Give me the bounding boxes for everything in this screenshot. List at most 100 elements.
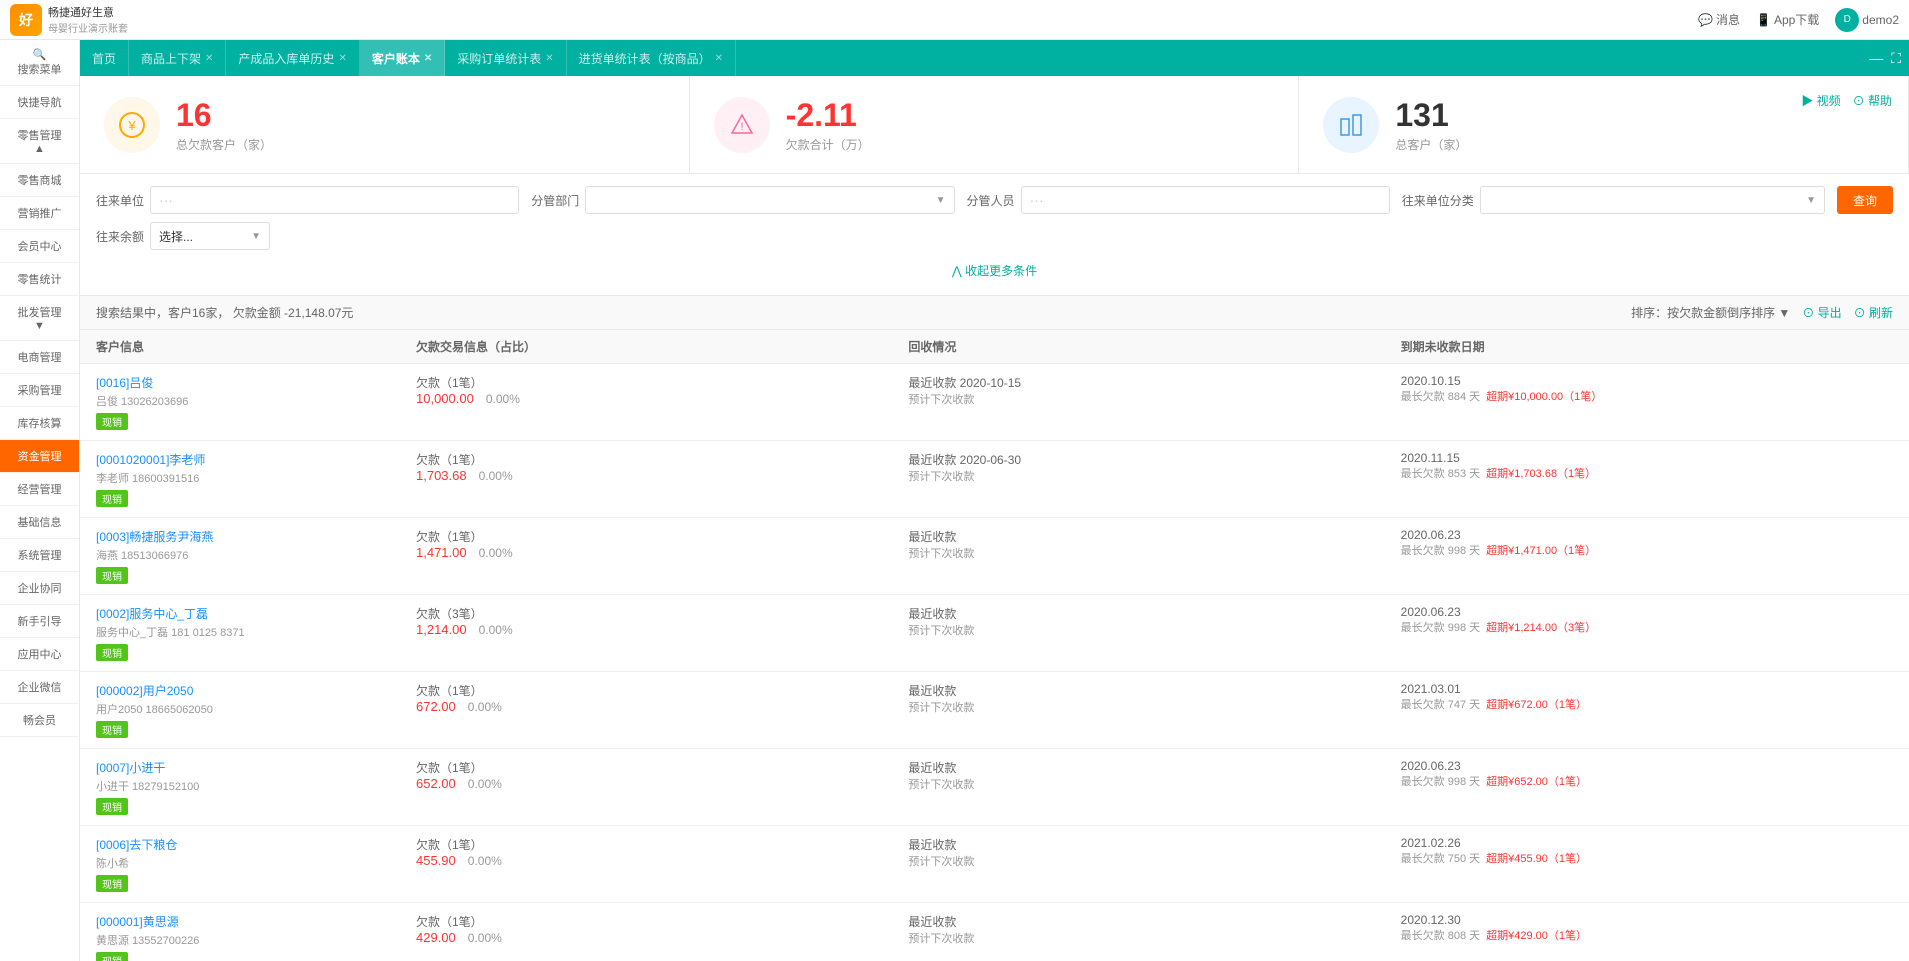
balance-select[interactable]: 选择... ▼ (150, 222, 270, 250)
user-btn[interactable]: D demo2 (1835, 8, 1899, 32)
sidebar-item-wholesale-mgmt[interactable]: 批发管理 ▼ (0, 296, 79, 341)
sidebar-item-purchase-mgmt[interactable]: 采购管理 (0, 374, 79, 407)
customer-name[interactable]: [0002]服务中心_丁磊 (96, 605, 416, 622)
sidebar-item-vip[interactable]: 畅会员 (0, 704, 79, 737)
next-collect-label: 预计下次收款 (908, 545, 1400, 561)
overdue-days: 最长欠款 884 天 (1401, 388, 1480, 404)
tab-expand-btn[interactable]: ⛶ (1891, 50, 1901, 67)
sort-label[interactable]: 排序：按欠款金额倒序排序 ▼ (1631, 304, 1790, 321)
debt-amount[interactable]: 1,471.00 (416, 545, 467, 560)
sidebar-quick-nav[interactable]: 快捷导航 (0, 86, 79, 119)
tab-purchase-stats[interactable]: 采购订单统计表 ✕ (445, 40, 566, 76)
customer-name[interactable]: [000001]黄思源 (96, 913, 416, 930)
message-btn[interactable]: 💬 消息 (1698, 11, 1740, 28)
tab-customer-ledger[interactable]: 客户账本 ✕ (360, 40, 445, 76)
last-collect-date: 最近收款 2020-10-15 (908, 374, 1400, 391)
next-collect-label: 预计下次收款 (908, 699, 1400, 715)
sidebar-item-basic-info[interactable]: 基础信息 (0, 506, 79, 539)
sidebar-item-retail-stats[interactable]: 零售统计 (0, 263, 79, 296)
search-btn[interactable]: 查询 (1837, 186, 1893, 214)
tab-close-inventory[interactable]: ✕ (338, 53, 346, 64)
tab-inbound-stats[interactable]: 进货单统计表（按商品） ✕ (567, 40, 736, 76)
store-label[interactable]: 母婴行业演示账套 (48, 20, 128, 35)
debt-percent: 0.00% (479, 546, 513, 560)
tab-close-goods[interactable]: ✕ (205, 53, 213, 64)
sidebar-item-app-center[interactable]: 应用中心 (0, 638, 79, 671)
overdue-amount[interactable]: 超期¥429.00（1笔） (1486, 927, 1587, 943)
status-badge: 现销 (96, 567, 128, 584)
debt-amount[interactable]: 429.00 (416, 930, 456, 945)
customer-name[interactable]: [0016]吕俊 (96, 374, 416, 391)
collection-cell: 最近收款 预计下次收款 (908, 682, 1400, 715)
customer-name[interactable]: [0001020001]李老师 (96, 451, 416, 468)
collapse-more-btn[interactable]: ⋀ 收起更多条件 (96, 258, 1893, 283)
customer-name[interactable]: [0006]去下粮仓 (96, 836, 416, 853)
view-btn[interactable]: ▶ 视频 (1801, 92, 1840, 109)
overdue-date: 2020.06.23 (1401, 759, 1893, 773)
sidebar-item-retail-mgmt[interactable]: 零售管理 ▲ (0, 119, 79, 164)
tab-minimize-btn[interactable]: — (1869, 50, 1883, 66)
sidebar-item-enterprise[interactable]: 企业协同 (0, 572, 79, 605)
debt-amount[interactable]: 1,703.68 (416, 468, 467, 483)
overdue-cell: 2020.06.23 最长欠款 998 天 超期¥652.00（1笔） (1401, 759, 1893, 789)
export-btn[interactable]: ⊙ 导出 (1802, 304, 1841, 321)
debt-amount[interactable]: 10,000.00 (416, 391, 474, 406)
sidebar-item-marketing[interactable]: 营销推广 (0, 197, 79, 230)
sidebar-item-finance[interactable]: 资金管理 (0, 440, 79, 473)
refresh-btn[interactable]: ⊙ 刷新 (1854, 304, 1893, 321)
filter-area: 往来单位 ··· 分管部门 ▼ 分管人员 (80, 174, 1909, 296)
sidebar-item-system-mgmt[interactable]: 系统管理 (0, 539, 79, 572)
table-header: 客户信息 欠款交易信息（占比） 回收情况 到期未收款日期 (80, 330, 1909, 364)
tab-goods-listing[interactable]: 商品上下架 ✕ (129, 40, 226, 76)
unit-category-select[interactable]: ▼ (1480, 186, 1825, 214)
debt-count: 欠款（1笔） (416, 528, 908, 545)
debt-cell: 欠款（3笔） 1,214.00 0.00% (416, 605, 908, 637)
sidebar-item-inventory[interactable]: 库存核算 (0, 407, 79, 440)
sidebar-item-ecommerce[interactable]: 电商管理 (0, 341, 79, 374)
manager-input[interactable]: ··· (1021, 186, 1390, 214)
overdue-amount[interactable]: 超期¥1,471.00（1笔） (1486, 542, 1596, 558)
sidebar-item-operations[interactable]: 经营管理 (0, 473, 79, 506)
overdue-amount[interactable]: 超期¥10,000.00（1笔） (1486, 388, 1602, 404)
tab-close-inbound[interactable]: ✕ (715, 53, 723, 64)
overdue-amount[interactable]: 超期¥652.00（1笔） (1486, 773, 1587, 789)
filter-row-2: 往来余额 选择... ▼ (96, 222, 1893, 250)
customer-name[interactable]: [000002]用户2050 (96, 682, 416, 699)
customer-name[interactable]: [0007]小进干 (96, 759, 416, 776)
department-select[interactable]: ▼ (585, 186, 954, 214)
source-unit-input[interactable]: ··· (150, 186, 519, 214)
help-btn[interactable]: ⊙ 帮助 (1853, 92, 1892, 109)
overdue-amount[interactable]: 超期¥455.90（1笔） (1486, 850, 1587, 866)
tab-close-ledger[interactable]: ✕ (424, 53, 432, 64)
table-row: [0016]吕俊 吕俊 13026203696 现销 欠款（1笔） 10,000… (80, 364, 1909, 441)
sidebar-search-btn[interactable]: 🔍 搜索菜单 (0, 40, 79, 86)
debt-amount[interactable]: 672.00 (416, 699, 456, 714)
debt-amount[interactable]: 455.90 (416, 853, 456, 868)
sidebar-item-member[interactable]: 会员中心 (0, 230, 79, 263)
customer-name[interactable]: [0003]畅捷服务尹海燕 (96, 528, 416, 545)
customer-cell: [000002]用户2050 用户2050 18665062050 现销 (96, 682, 416, 738)
overdue-amount[interactable]: 超期¥672.00（1笔） (1486, 696, 1587, 712)
debt-count: 欠款（3笔） (416, 605, 908, 622)
tab-close-purchase[interactable]: ✕ (545, 53, 553, 64)
sidebar-item-retail-mall[interactable]: 零售商城 (0, 164, 79, 197)
debt-amount[interactable]: 1,214.00 (416, 622, 467, 637)
overdue-cell: 2020.06.23 最长欠款 998 天 超期¥1,471.00（1笔） (1401, 528, 1893, 558)
debt-cell: 欠款（1笔） 1,471.00 0.00% (416, 528, 908, 560)
tab-inventory-history[interactable]: 产成品入库单历史 ✕ (226, 40, 359, 76)
table-row: [0006]去下粮仓 陈小希 现销 欠款（1笔） 455.90 0.00% 最近… (80, 826, 1909, 903)
next-collect-label: 预计下次收款 (908, 930, 1400, 946)
overdue-days: 最长欠款 808 天 (1401, 927, 1480, 943)
sidebar-item-wechat[interactable]: 企业微信 (0, 671, 79, 704)
collection-cell: 最近收款 预计下次收款 (908, 913, 1400, 946)
collection-cell: 最近收款 2020-06-30 预计下次收款 (908, 451, 1400, 484)
sidebar-item-newbie[interactable]: 新手引导 (0, 605, 79, 638)
overdue-amount[interactable]: 超期¥1,703.68（1笔） (1486, 465, 1596, 481)
filter-unit-category: 往来单位分类 ▼ (1402, 186, 1825, 214)
overdue-amount[interactable]: 超期¥1,214.00（3笔） (1486, 619, 1596, 635)
debt-amount[interactable]: 652.00 (416, 776, 456, 791)
customer-contact: 用户2050 18665062050 (96, 701, 416, 717)
tab-home[interactable]: 首页 (80, 40, 129, 76)
app-download-btn[interactable]: 📱 App下载 (1756, 11, 1819, 28)
filter-row-1: 往来单位 ··· 分管部门 ▼ 分管人员 (96, 186, 1893, 214)
